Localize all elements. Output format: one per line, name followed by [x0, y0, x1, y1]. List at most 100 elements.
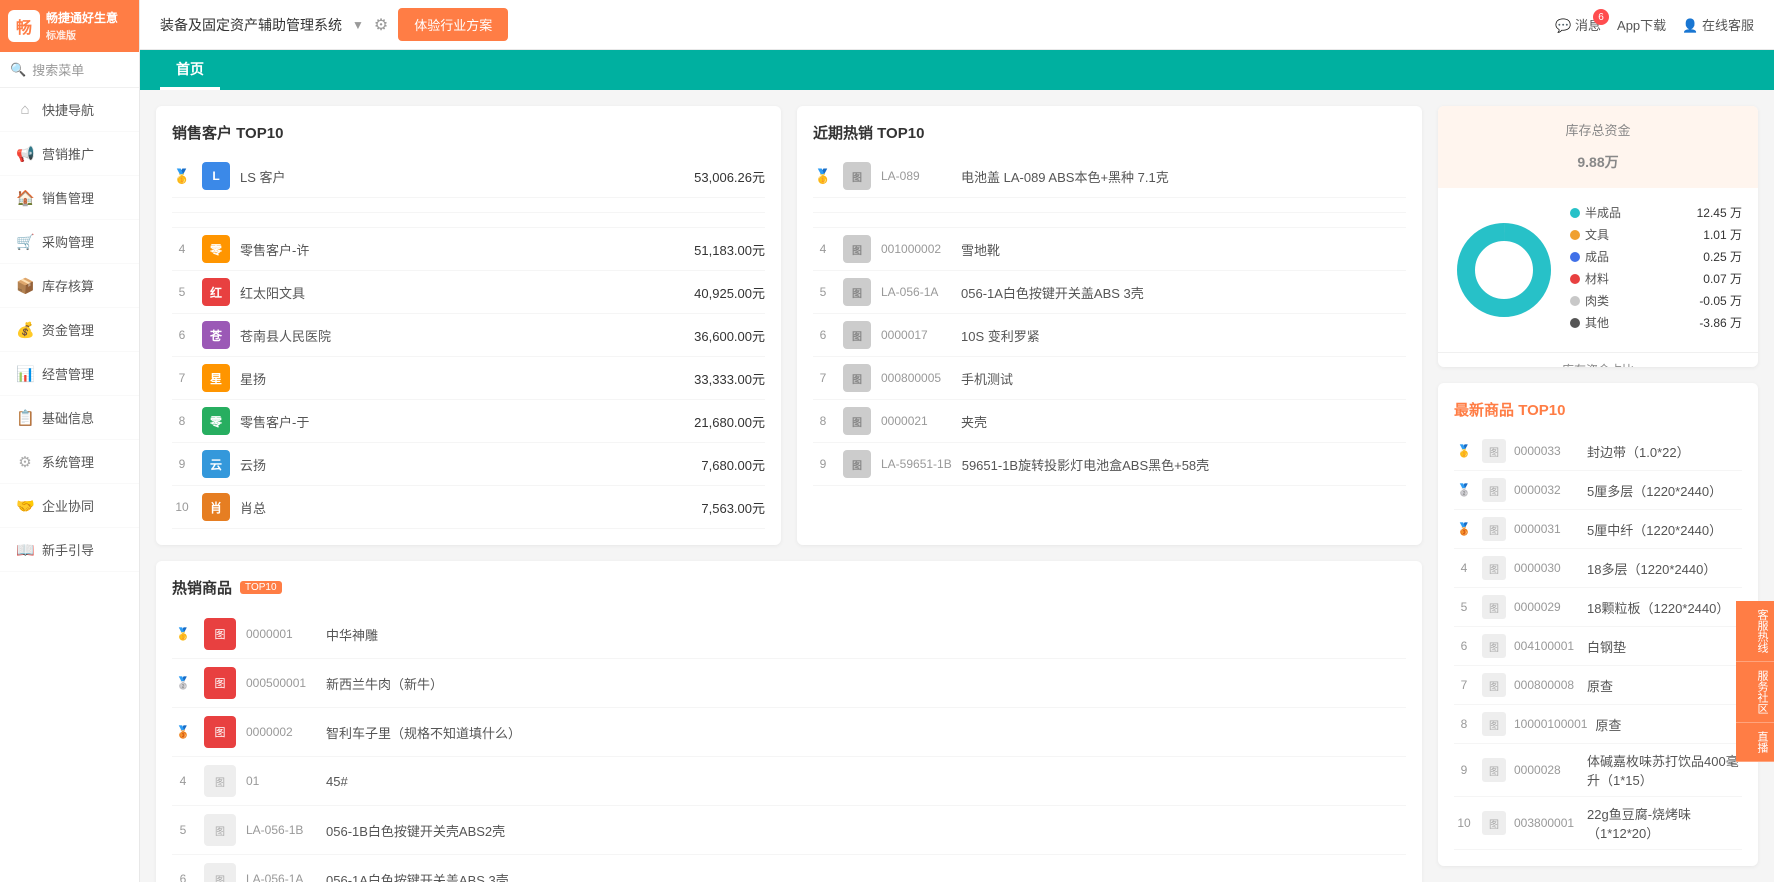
- new-product-item: 10 图 003800001 22g鱼豆腐-烧烤味（1*12*20）: [1454, 797, 1742, 850]
- rank-num: 5: [1454, 600, 1474, 614]
- product-name: 056-1B白色按键开关壳ABS2壳: [326, 821, 1406, 840]
- customer-icon: 零: [202, 235, 230, 263]
- float-button[interactable]: 服务社区: [1736, 662, 1774, 723]
- inventory-header: 库存总资金 9.88万: [1438, 106, 1758, 188]
- product-code: LA-056-1B: [246, 823, 316, 837]
- product-name: 056-1A白色按键开关盖ABS 3壳: [326, 870, 1406, 882]
- product-code: LA-056-1A: [881, 285, 951, 299]
- customer-name: 零售客户-于: [240, 412, 684, 431]
- rank-num: 4: [172, 774, 194, 788]
- hot-products-title: 热销商品 TOP10: [172, 577, 1406, 598]
- new-product-item: 🥇 图 0000033 封边带（1.0*22）: [1454, 432, 1742, 471]
- product-code: 004100001: [1514, 639, 1579, 653]
- customer-name: 云扬: [240, 455, 691, 474]
- rank-num: 7: [813, 371, 833, 385]
- sidebar-item-基础信息[interactable]: 📋基础信息: [0, 396, 139, 440]
- product-name: 5厘中纤（1220*2440）: [1587, 520, 1742, 539]
- sidebar-item-快捷导航[interactable]: ⌂快捷导航: [0, 88, 139, 132]
- donut-chart: [1454, 220, 1554, 320]
- product-name: 雪地靴: [961, 240, 1406, 259]
- right-panels: 库存总资金 9.88万: [1438, 106, 1758, 866]
- float-button[interactable]: 直播: [1736, 723, 1774, 762]
- menu-label: 系统管理: [42, 452, 94, 471]
- inv-footer: 库存资金占比: [1438, 352, 1758, 367]
- legend-name: 成品: [1570, 248, 1703, 265]
- product-name: 原查: [1587, 676, 1742, 695]
- sidebar-item-系统管理[interactable]: ⚙系统管理: [0, 440, 139, 484]
- product-code: 000800005: [881, 371, 951, 385]
- product-img: 图: [204, 716, 236, 748]
- new-product-item: 5 图 0000029 18颗粒板（1220*2440）: [1454, 588, 1742, 627]
- product-icon: 图: [1482, 634, 1506, 658]
- customer-name: LS 客户: [240, 167, 684, 186]
- product-code: 0000002: [246, 725, 316, 739]
- sidebar-item-库存核算[interactable]: 📦库存核算: [0, 264, 139, 308]
- top-section: 销售客户 TOP10 🥇 L LS 客户 53,006.26元 4 零 零售客户…: [156, 106, 1422, 545]
- product-icon: 图: [843, 278, 871, 306]
- left-panel: 销售客户 TOP10 🥇 L LS 客户 53,006.26元 4 零 零售客户…: [156, 106, 1422, 866]
- sidebar-item-企业协同[interactable]: 🤝企业协同: [0, 484, 139, 528]
- search-menu[interactable]: 🔍 搜索菜单: [0, 52, 139, 88]
- customer-name: 零售客户-许: [240, 240, 684, 259]
- product-name: 新西兰牛肉（新牛）: [326, 674, 1406, 693]
- inv-amount: 9.88万: [1454, 143, 1742, 174]
- rank-num: 9: [1454, 763, 1474, 777]
- customer-amount: 7,680.00元: [701, 455, 765, 474]
- menu-icon: 💰: [16, 321, 34, 339]
- product-name: 中华神雕: [326, 625, 1406, 644]
- product-name: 22g鱼豆腐-烧烤味（1*12*20）: [1587, 804, 1742, 842]
- rank-num: 5: [813, 285, 833, 299]
- sidebar-item-资金管理[interactable]: 💰 资金管理: [0, 308, 139, 352]
- product-icon: 图: [1482, 556, 1506, 580]
- medal-icon: 🥈: [172, 676, 194, 690]
- sidebar-item-新手引导[interactable]: 📖新手引导: [0, 528, 139, 572]
- customer-name: 星扬: [240, 369, 684, 388]
- rank-num: 9: [172, 457, 192, 471]
- product-code: 0000017: [881, 328, 951, 342]
- legend-dot: [1570, 252, 1580, 262]
- app-download-link[interactable]: App下载: [1617, 15, 1666, 34]
- sidebar-item-营销推广[interactable]: 📢营销推广: [0, 132, 139, 176]
- menu-label: 基础信息: [42, 408, 94, 427]
- customer-list-item: 🥇 L LS 客户 53,006.26元: [172, 155, 765, 198]
- sidebar-item-采购管理[interactable]: 🛒采购管理: [0, 220, 139, 264]
- product-code: 10000100001: [1514, 717, 1587, 731]
- legend-item: 材料 0.07 万: [1570, 270, 1742, 287]
- recent-hot-title: 近期热销 TOP10: [813, 122, 1406, 143]
- menu-label: 企业协同: [42, 496, 94, 515]
- product-name: 智利车子里（规格不知道填什么）: [326, 723, 1406, 742]
- product-name: 手机测试: [961, 369, 1406, 388]
- legend-val: 0.07 万: [1703, 270, 1742, 287]
- rank-num: 5: [172, 823, 194, 837]
- menu-label: 资金管理: [42, 320, 94, 339]
- legend-dot: [1570, 274, 1580, 284]
- rank-num: 4: [813, 242, 833, 256]
- sidebar-item-经营管理[interactable]: 📊经营管理: [0, 352, 139, 396]
- tab-home[interactable]: 首页: [160, 50, 220, 90]
- inv-label: 库存总资金: [1454, 120, 1742, 139]
- sidebar-item-销售管理[interactable]: 🏠销售管理: [0, 176, 139, 220]
- product-name: 体碱嘉枚味苏打饮品400毫升（1*15）: [1587, 751, 1742, 789]
- dropdown-icon[interactable]: ▼: [352, 18, 364, 32]
- menu-icon: ⌂: [16, 101, 34, 118]
- settings-icon[interactable]: ⚙: [374, 15, 388, 35]
- donut-legend: 半成品 12.45 万 文具 1.01 万 成品 0.25 万 材料 0.07 …: [1570, 204, 1742, 336]
- customer-amount: 21,680.00元: [694, 412, 765, 431]
- legend-item: 文具 1.01 万: [1570, 226, 1742, 243]
- product-code: 0000029: [1514, 600, 1579, 614]
- hot-products-card: 热销商品 TOP10 🥇 图 0000001 中华神雕 🥈 图 00050000…: [156, 561, 1422, 882]
- recent-hot-item: 🥇 图 LA-089 电池盖 LA-089 ABS本色+黑种 7.1克: [813, 155, 1406, 198]
- float-buttons: 客服热线服务社区直播: [1736, 601, 1774, 762]
- notification-bell[interactable]: 💬 消息 6: [1555, 15, 1601, 34]
- product-name: 原查: [1595, 715, 1742, 734]
- float-button[interactable]: 客服热线: [1736, 601, 1774, 662]
- main-area: 装备及固定资产辅助管理系统 ▼ ⚙ 体验行业方案 💬 消息 6 App下载 👤 …: [140, 0, 1774, 882]
- recent-hot-item: [813, 198, 1406, 213]
- trial-btn[interactable]: 体验行业方案: [398, 8, 508, 41]
- product-code: 0000033: [1514, 444, 1579, 458]
- menu-label: 营销推广: [42, 144, 94, 163]
- customer-amount: 40,925.00元: [694, 283, 765, 302]
- menu-icon: 📦: [16, 277, 34, 295]
- menu-label: 销售管理: [42, 188, 94, 207]
- online-service-link[interactable]: 👤 在线客服: [1682, 15, 1754, 34]
